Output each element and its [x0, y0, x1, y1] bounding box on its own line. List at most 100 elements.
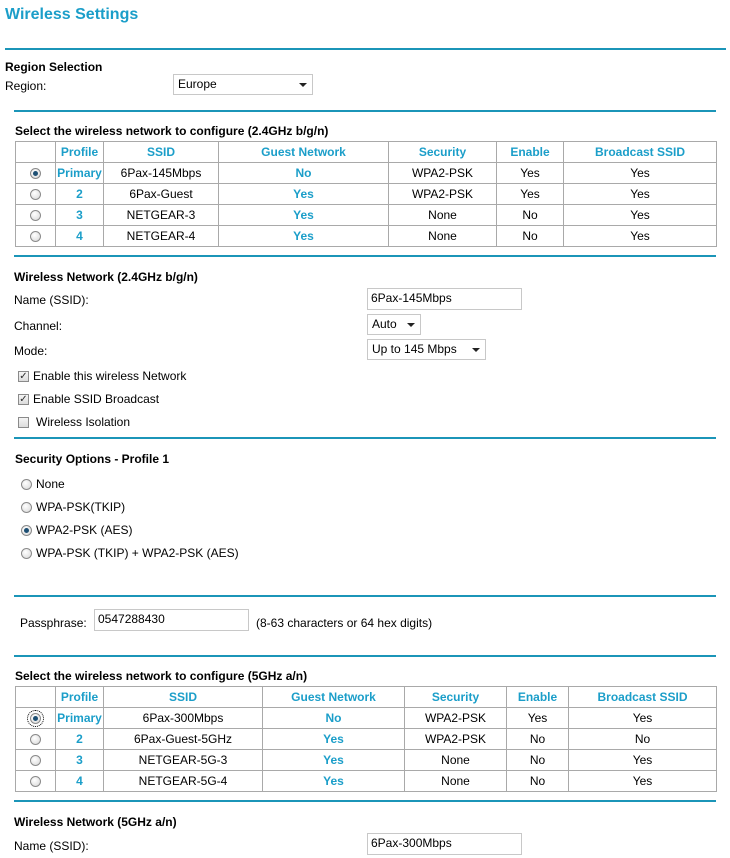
column-header: Security — [404, 686, 507, 708]
column-header: Enable — [506, 686, 569, 708]
column-header: SSID — [103, 686, 263, 708]
security-radio[interactable] — [21, 524, 32, 536]
security-option-label: WPA-PSK (TKIP) + WPA2-PSK (AES) — [36, 546, 239, 560]
profile-radio[interactable] — [30, 210, 41, 222]
ssid-name-5g-input[interactable]: 6Pax-300Mbps — [367, 833, 522, 855]
column-header: Broadcast SSID — [568, 686, 717, 708]
column-header — [15, 141, 56, 163]
column-header: Guest Network — [218, 141, 389, 163]
channel-select[interactable]: Auto — [367, 314, 421, 335]
guest-cell: Yes — [218, 183, 389, 205]
enable-cell: No — [506, 728, 569, 750]
enable-cell: No — [496, 204, 564, 226]
table-row[interactable]: Primary 6Pax-145Mbps No WPA2-PSK Yes Yes — [15, 162, 717, 184]
profile-radio[interactable] — [30, 734, 41, 746]
ssid-cell: NETGEAR-4 — [103, 225, 219, 247]
ssid-name-label: Name (SSID): — [14, 293, 89, 307]
section-divider — [14, 437, 716, 439]
security-option-wpa-tkip[interactable]: WPA-PSK(TKIP) — [21, 500, 125, 514]
ssid-name-5g-label: Name (SSID): — [14, 839, 89, 853]
table-row[interactable]: Primary 6Pax-300Mbps No WPA2-PSK Yes Yes — [15, 707, 717, 729]
table-row[interactable]: 2 6Pax-Guest Yes WPA2-PSK Yes Yes — [15, 183, 717, 205]
passphrase-input[interactable]: 0547288430 — [94, 609, 249, 631]
security-cell: WPA2-PSK — [388, 162, 497, 184]
ssid-cell: 6Pax-300Mbps — [103, 707, 263, 729]
table-header-row: Profile SSID Guest Network Security Enab… — [15, 141, 717, 163]
wireless-isolation-label: Wireless Isolation — [36, 415, 131, 429]
enable-cell: No — [506, 770, 569, 792]
wireless-isolation-option[interactable]: Wireless Isolation — [18, 415, 130, 429]
profile-cell: 3 — [55, 204, 104, 226]
security-heading: Security Options - Profile 1 — [15, 452, 170, 466]
security-radio[interactable] — [21, 478, 32, 490]
wireless-isolation-checkbox[interactable] — [18, 416, 29, 428]
table-row[interactable]: 3 NETGEAR-5G-3 Yes None No Yes — [15, 749, 717, 771]
enable-cell: No — [496, 225, 564, 247]
guest-cell: Yes — [262, 770, 405, 792]
table-row[interactable]: 4 NETGEAR-5G-4 Yes None No Yes — [15, 770, 717, 792]
column-header: Profile — [55, 141, 104, 163]
ssid-cell: 6Pax-Guest-5GHz — [103, 728, 263, 750]
broadcast-cell: Yes — [568, 707, 717, 729]
security-cell: None — [404, 749, 507, 771]
security-cell: None — [404, 770, 507, 792]
region-select[interactable]: Europe — [173, 74, 313, 95]
security-option-mixed[interactable]: WPA-PSK (TKIP) + WPA2-PSK (AES) — [21, 546, 239, 560]
table-row[interactable]: 4 NETGEAR-4 Yes None No Yes — [15, 225, 717, 247]
chevron-down-icon — [299, 83, 307, 87]
mode-value: Up to 145 Mbps — [372, 342, 457, 356]
section-divider — [14, 595, 716, 597]
enable-ssid-broadcast-option[interactable]: ✓ Enable SSID Broadcast — [18, 392, 159, 406]
region-heading: Region Selection — [5, 60, 103, 74]
enable-cell: No — [506, 749, 569, 771]
ssid-name-value: 6Pax-145Mbps — [371, 291, 452, 305]
broadcast-cell: Yes — [563, 162, 717, 184]
security-option-none[interactable]: None — [21, 477, 65, 491]
page-title: Wireless Settings — [5, 6, 139, 23]
section-divider — [14, 255, 716, 257]
column-header: Guest Network — [262, 686, 405, 708]
enable-network-checkbox[interactable]: ✓ — [18, 370, 29, 382]
ssid-name-input[interactable]: 6Pax-145Mbps — [367, 288, 522, 310]
ssid-cell: NETGEAR-3 — [103, 204, 219, 226]
passphrase-value: 0547288430 — [98, 612, 165, 626]
guest-cell: No — [262, 707, 405, 729]
section-divider — [14, 110, 716, 112]
profile-radio[interactable] — [30, 168, 41, 180]
security-cell: None — [388, 225, 497, 247]
security-radio[interactable] — [21, 501, 32, 513]
ssid-cell: 6Pax-145Mbps — [103, 162, 219, 184]
guest-cell: Yes — [262, 728, 405, 750]
profile-radio[interactable] — [30, 189, 41, 201]
profile-cell: 4 — [55, 225, 104, 247]
table-row[interactable]: 3 NETGEAR-3 Yes None No Yes — [15, 204, 717, 226]
passphrase-label: Passphrase: — [20, 616, 87, 630]
guest-cell: Yes — [218, 225, 389, 247]
profile-cell: 2 — [55, 728, 104, 750]
guest-cell: No — [218, 162, 389, 184]
guest-cell: Yes — [218, 204, 389, 226]
enable-cell: Yes — [496, 183, 564, 205]
section-divider — [14, 655, 716, 657]
profile-radio[interactable] — [27, 710, 44, 728]
broadcast-cell: Yes — [568, 749, 717, 771]
profile-cell: 2 — [55, 183, 104, 205]
network24-heading: Wireless Network (2.4GHz b/g/n) — [14, 270, 198, 284]
profile-radio[interactable] — [30, 776, 41, 788]
column-header: Security — [388, 141, 497, 163]
ssid-name-5g-value: 6Pax-300Mbps — [371, 836, 452, 850]
region-value: Europe — [178, 77, 217, 91]
mode-select[interactable]: Up to 145 Mbps — [367, 339, 486, 360]
security-cell: WPA2-PSK — [388, 183, 497, 205]
network5-heading: Wireless Network (5GHz a/n) — [14, 815, 177, 829]
enable-ssid-broadcast-checkbox[interactable]: ✓ — [18, 393, 29, 405]
profile-radio[interactable] — [30, 755, 41, 767]
enable-network-label: Enable this wireless Network — [33, 369, 187, 383]
security-radio[interactable] — [21, 547, 32, 559]
enable-network-option[interactable]: ✓ Enable this wireless Network — [18, 369, 186, 383]
security-option-wpa2-aes[interactable]: WPA2-PSK (AES) — [21, 523, 132, 537]
security-cell: None — [388, 204, 497, 226]
profile-radio[interactable] — [30, 231, 41, 243]
table-header-row: Profile SSID Guest Network Security Enab… — [15, 686, 717, 708]
table-row[interactable]: 2 6Pax-Guest-5GHz Yes WPA2-PSK No No — [15, 728, 717, 750]
